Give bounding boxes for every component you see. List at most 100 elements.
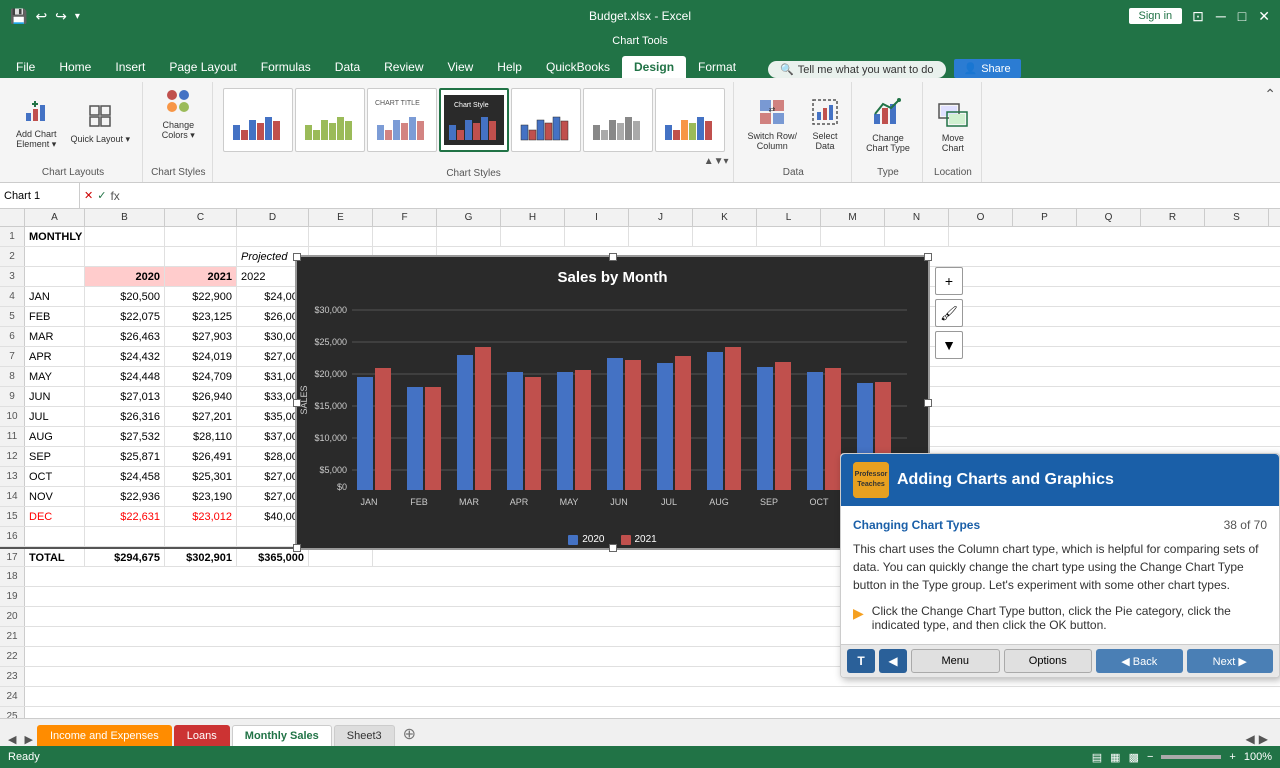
resize-top-right[interactable] xyxy=(924,253,932,261)
resize-top-center[interactable] xyxy=(609,253,617,261)
chart-style-scroll-up[interactable]: ▲ xyxy=(704,156,714,167)
chart-style-scroll-more[interactable]: ▾ xyxy=(724,156,729,167)
insert-function-icon[interactable]: fx xyxy=(110,189,119,203)
tab-view[interactable]: View xyxy=(436,56,486,78)
cell-k1[interactable] xyxy=(693,227,757,246)
cell-b13[interactable]: $24,458 xyxy=(85,467,165,486)
chart-style-2[interactable] xyxy=(295,88,365,152)
resize-bot-left[interactable] xyxy=(293,544,301,552)
quick-access-more[interactable]: ▾ xyxy=(73,9,82,24)
zoom-slider[interactable] xyxy=(1161,755,1221,759)
col-header-e[interactable]: E xyxy=(309,209,373,226)
cell-c17[interactable]: $302,901 xyxy=(165,549,237,566)
maximize-icon[interactable]: □ xyxy=(1236,6,1248,26)
sheet-tab-income-expenses[interactable]: Income and Expenses xyxy=(37,725,172,746)
cell-a14[interactable]: NOV xyxy=(25,487,85,506)
col-header-h[interactable]: H xyxy=(501,209,565,226)
cell-c16[interactable] xyxy=(165,527,237,546)
cell-a8[interactable]: MAY xyxy=(25,367,85,386)
cell-c6[interactable]: $27,903 xyxy=(165,327,237,346)
col-header-q[interactable]: Q xyxy=(1077,209,1141,226)
cell-b14[interactable]: $22,936 xyxy=(85,487,165,506)
cell-a15[interactable]: DEC xyxy=(25,507,85,526)
cell-j1[interactable] xyxy=(629,227,693,246)
cell-a9[interactable]: JUN xyxy=(25,387,85,406)
add-chart-element-button[interactable]: Add ChartElement ▾ xyxy=(10,96,63,153)
change-chart-type-button[interactable]: ChangeChart Type xyxy=(860,93,916,156)
col-header-j[interactable]: J xyxy=(629,209,693,226)
tab-help[interactable]: Help xyxy=(485,56,534,78)
tab-review[interactable]: Review xyxy=(372,56,435,78)
panel-back-button[interactable]: ◀ Back xyxy=(1096,649,1183,673)
formula-input[interactable] xyxy=(124,190,1280,202)
page-break-view-icon[interactable]: ▩ xyxy=(1129,751,1139,764)
col-header-s[interactable]: S xyxy=(1205,209,1269,226)
tab-formulas[interactable]: Formulas xyxy=(249,56,323,78)
cell-c8[interactable]: $24,709 xyxy=(165,367,237,386)
cell-a11[interactable]: AUG xyxy=(25,427,85,446)
tab-home[interactable]: Home xyxy=(47,56,103,78)
confirm-formula-icon[interactable]: ✓ xyxy=(97,189,106,202)
sheet-tab-monthly-sales[interactable]: Monthly Sales xyxy=(232,725,332,746)
cell-m1[interactable] xyxy=(821,227,885,246)
cell-c3[interactable]: 2021 xyxy=(165,267,237,286)
normal-view-icon[interactable]: ▤ xyxy=(1092,751,1102,764)
col-header-k[interactable]: K xyxy=(693,209,757,226)
chart-style-button[interactable]: 🖌 xyxy=(935,299,963,327)
panel-menu-button[interactable]: Menu xyxy=(911,649,1000,673)
cell-b17[interactable]: $294,675 xyxy=(85,549,165,566)
quick-layout-button[interactable]: Quick Layout ▾ xyxy=(65,101,137,148)
name-box[interactable]: Chart 1 xyxy=(0,183,80,208)
move-chart-button[interactable]: MoveChart xyxy=(931,93,975,156)
chart-style-4[interactable]: Chart Style xyxy=(439,88,509,152)
cell-b9[interactable]: $27,013 xyxy=(85,387,165,406)
sheet-tab-sheet3[interactable]: Sheet3 xyxy=(334,725,395,746)
cell-b4[interactable]: $20,500 xyxy=(85,287,165,306)
tab-file[interactable]: File xyxy=(4,56,47,78)
cell-c2[interactable] xyxy=(165,247,237,266)
col-header-n[interactable]: N xyxy=(885,209,949,226)
cell-a3[interactable] xyxy=(25,267,85,286)
chart-style-3[interactable]: CHART TITLE xyxy=(367,88,437,152)
cell-b10[interactable]: $26,316 xyxy=(85,407,165,426)
col-header-p[interactable]: P xyxy=(1013,209,1077,226)
restore-icon[interactable]: ⊡ xyxy=(1190,6,1206,27)
cell-i1[interactable] xyxy=(565,227,629,246)
cell-a7[interactable]: APR xyxy=(25,347,85,366)
cell-a16[interactable] xyxy=(25,527,85,546)
resize-mid-left[interactable] xyxy=(293,399,301,407)
cell-a10[interactable]: JUL xyxy=(25,407,85,426)
col-header-f[interactable]: F xyxy=(373,209,437,226)
sheet-tab-scroll-left[interactable]: ◀ xyxy=(4,733,20,746)
zoom-in-icon[interactable]: + xyxy=(1229,751,1235,763)
tab-scroll-left-icon[interactable]: ◀ xyxy=(1246,732,1255,746)
tab-quickbooks[interactable]: QuickBooks xyxy=(534,56,622,78)
sheet-tab-loans[interactable]: Loans xyxy=(174,725,230,746)
cell-b12[interactable]: $25,871 xyxy=(85,447,165,466)
cell-l1[interactable] xyxy=(757,227,821,246)
tab-scroll-right-icon[interactable]: ▶ xyxy=(1259,732,1268,746)
cell-c11[interactable]: $28,110 xyxy=(165,427,237,446)
tab-format[interactable]: Format xyxy=(686,56,748,78)
save-icon[interactable]: 💾 xyxy=(8,6,29,27)
cell-b8[interactable]: $24,448 xyxy=(85,367,165,386)
cell-b16[interactable] xyxy=(85,527,165,546)
panel-options-button[interactable]: Options xyxy=(1004,649,1093,673)
cell-c10[interactable]: $27,201 xyxy=(165,407,237,426)
cell-b5[interactable]: $22,075 xyxy=(85,307,165,326)
cell-c12[interactable]: $26,491 xyxy=(165,447,237,466)
sign-in-button[interactable]: Sign in xyxy=(1129,8,1183,24)
tab-insert[interactable]: Insert xyxy=(103,56,157,78)
cell-b2[interactable] xyxy=(85,247,165,266)
cell-c9[interactable]: $26,940 xyxy=(165,387,237,406)
col-header-o[interactable]: O xyxy=(949,209,1013,226)
redo-icon[interactable]: ↪ xyxy=(53,6,69,27)
panel-t-button[interactable]: T xyxy=(847,649,875,673)
tab-design[interactable]: Design xyxy=(622,56,686,78)
chart-style-1[interactable] xyxy=(223,88,293,152)
cell-a13[interactable]: OCT xyxy=(25,467,85,486)
col-header-m[interactable]: M xyxy=(821,209,885,226)
cell-a17[interactable]: TOTAL xyxy=(25,549,85,566)
cell-c5[interactable]: $23,125 xyxy=(165,307,237,326)
cell-c15[interactable]: $23,012 xyxy=(165,507,237,526)
